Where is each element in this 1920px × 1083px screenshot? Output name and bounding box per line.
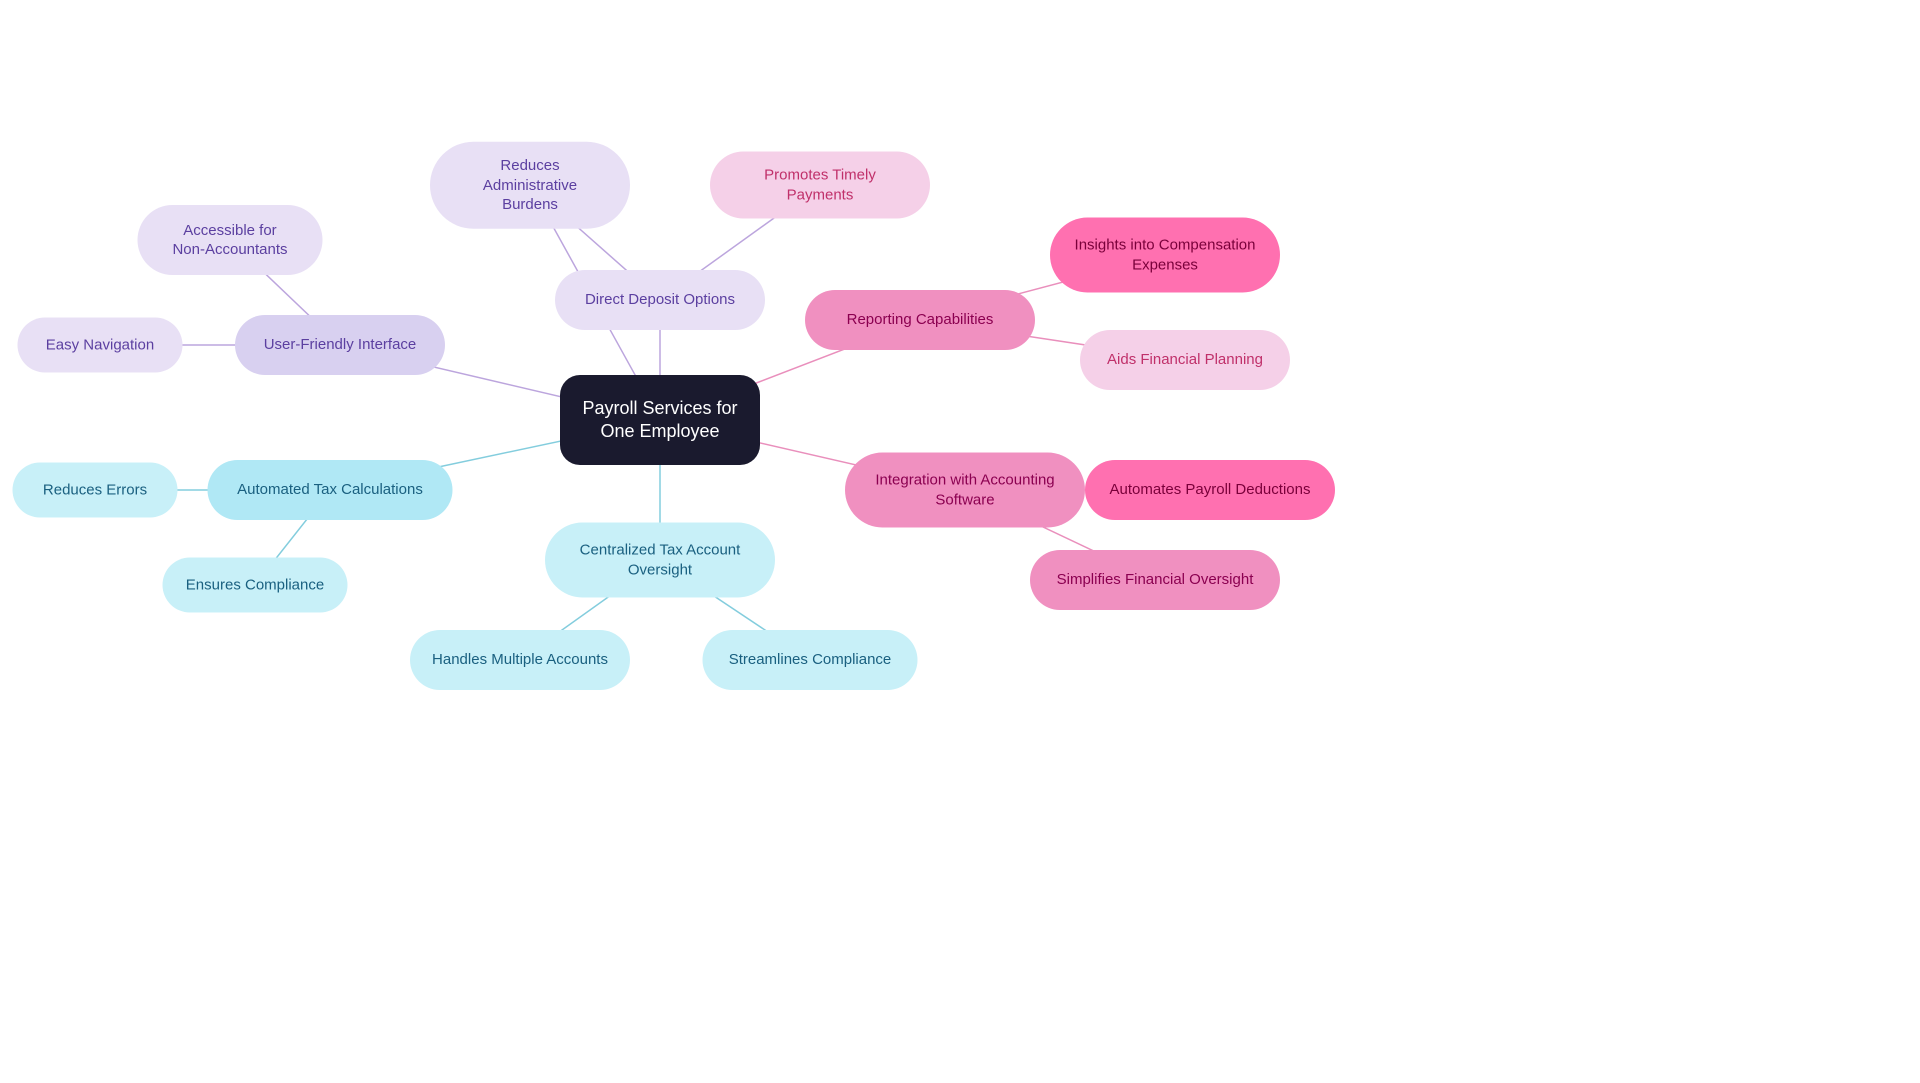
node-label-streamlines: Streamlines Compliance [729,650,892,670]
node-label-aids-financial: Aids Financial Planning [1107,350,1263,370]
node-label-user-friendly: User-Friendly Interface [264,335,417,355]
node-label-reduces-admin: Reduces Administrative Burdens [452,156,608,215]
node-label-ensures-compliance: Ensures Compliance [186,575,324,595]
node-label-integration: Integration with Accounting Software [875,471,1054,510]
node-handles-multiple: Handles Multiple Accounts [410,630,630,690]
node-automated-tax: Automated Tax Calculations [208,460,453,520]
node-ensures-compliance: Ensures Compliance [163,558,348,613]
node-label-reporting: Reporting Capabilities [847,310,994,330]
node-label-insights: Insights into Compensation Expenses [1075,236,1256,275]
center-node: Payroll Services for One Employee [560,375,760,465]
node-label-handles-multiple: Handles Multiple Accounts [432,650,608,670]
node-direct-deposit: Direct Deposit Options [555,270,765,330]
node-integration: Integration with Accounting Software [845,453,1085,528]
mindmap-container: Payroll Services for One Employee Reduce… [0,0,1920,1083]
node-label-easy-nav: Easy Navigation [46,335,154,355]
node-label-reduces-errors: Reduces Errors [43,480,147,500]
node-automates: Automates Payroll Deductions [1085,460,1335,520]
node-label-automates: Automates Payroll Deductions [1110,480,1311,500]
node-label-promotes-timely: Promotes Timely Payments [732,166,908,205]
node-label-direct-deposit: Direct Deposit Options [585,290,735,310]
connections-svg [0,0,1920,1083]
node-label-accessible: Accessible for Non-Accountants [172,221,287,260]
center-node-label: Payroll Services for One Employee [582,397,738,444]
node-user-friendly: User-Friendly Interface [235,315,445,375]
node-aids-financial: Aids Financial Planning [1080,330,1290,390]
node-reduces-errors: Reduces Errors [13,463,178,518]
node-reporting: Reporting Capabilities [805,290,1035,350]
node-label-centralized-tax: Centralized Tax Account Oversight [580,541,741,580]
node-accessible: Accessible for Non-Accountants [138,205,323,275]
node-label-automated-tax: Automated Tax Calculations [237,480,423,500]
node-insights: Insights into Compensation Expenses [1050,218,1280,293]
node-reduces-admin: Reduces Administrative Burdens [430,142,630,229]
node-promotes-timely: Promotes Timely Payments [710,152,930,219]
node-streamlines: Streamlines Compliance [703,630,918,690]
node-easy-nav: Easy Navigation [18,318,183,373]
node-simplifies: Simplifies Financial Oversight [1030,550,1280,610]
node-label-simplifies: Simplifies Financial Oversight [1057,570,1254,590]
node-centralized-tax: Centralized Tax Account Oversight [545,523,775,598]
